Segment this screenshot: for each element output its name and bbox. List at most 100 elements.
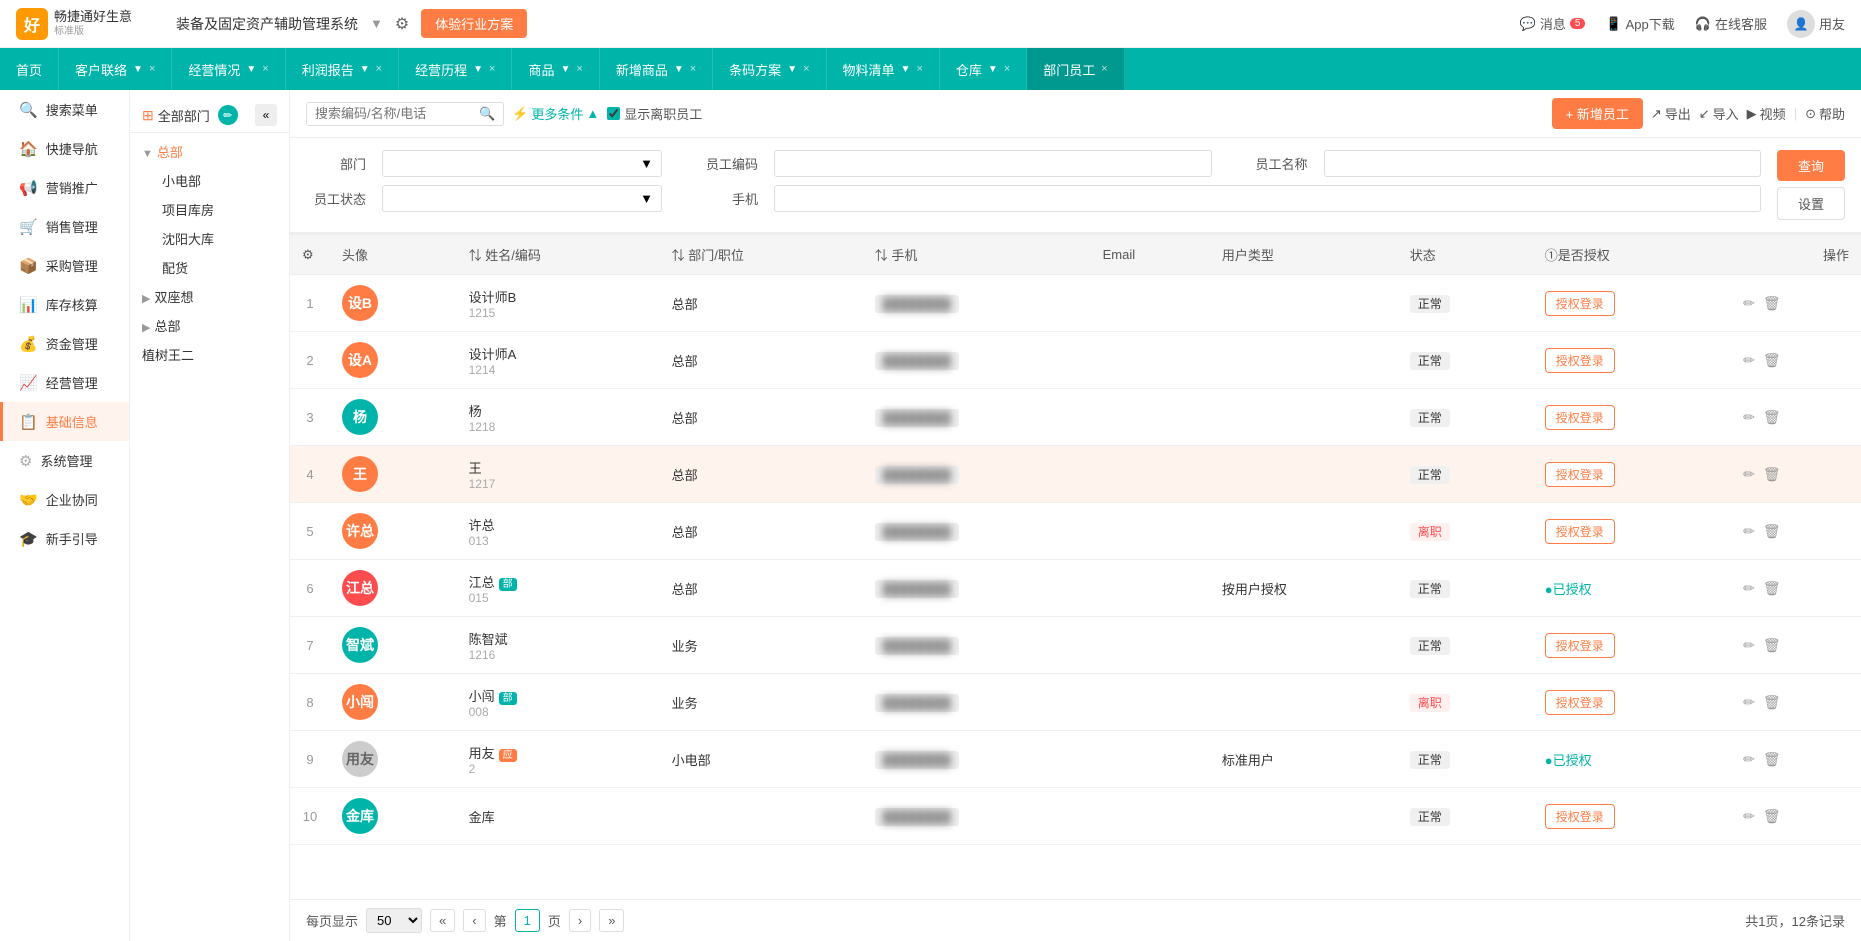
- dept-filter-select[interactable]: ▼: [382, 150, 662, 177]
- nav-management[interactable]: 📈经营管理: [0, 363, 129, 402]
- dept-item-project-room[interactable]: 项目库房: [150, 195, 289, 224]
- delete-btn[interactable]: 🗑: [1763, 295, 1781, 312]
- auth-btn[interactable]: 授权登录: [1545, 690, 1615, 715]
- reset-btn[interactable]: 设置: [1777, 187, 1845, 220]
- nav-finance[interactable]: 💰资金管理: [0, 324, 129, 363]
- edit-btn[interactable]: ✏: [1743, 295, 1755, 312]
- col-settings[interactable]: ⚙: [290, 235, 330, 275]
- col-dept[interactable]: ⇅ 部门/职位: [660, 235, 863, 275]
- dept-item-plant-tree[interactable]: 植树王二: [130, 340, 289, 369]
- nav-collab[interactable]: 🤝企业协同: [0, 480, 129, 519]
- nav-guide[interactable]: 🎓新手引导: [0, 519, 129, 558]
- tab-goods[interactable]: 商品 ▼ ×: [512, 48, 599, 90]
- user-menu[interactable]: 👤 用友: [1787, 10, 1845, 38]
- page-size-select[interactable]: 50 100 200: [366, 908, 422, 933]
- dept-item-shenyang[interactable]: 沈阳大库: [150, 224, 289, 253]
- dept-collapse-btn[interactable]: «: [255, 104, 277, 126]
- delete-btn[interactable]: 🗑: [1763, 466, 1781, 483]
- trial-button[interactable]: 体验行业方案: [421, 9, 527, 38]
- delete-btn[interactable]: 🗑: [1763, 694, 1781, 711]
- auth-btn[interactable]: 授权登录: [1545, 633, 1615, 658]
- auth-btn[interactable]: 授权登录: [1545, 519, 1615, 544]
- app-download-button[interactable]: 📱 App下载: [1605, 14, 1674, 33]
- message-button[interactable]: 💬 消息 5: [1520, 14, 1586, 33]
- nav-purchase[interactable]: 📦采购管理: [0, 246, 129, 285]
- filter-more-btn[interactable]: ⚡ 更多条件 ▲: [512, 104, 599, 123]
- emp-status-select[interactable]: ▼: [382, 185, 662, 212]
- tab-bom[interactable]: 物料清单 ▼ ×: [827, 48, 940, 90]
- auth-btn[interactable]: 授权登录: [1545, 291, 1615, 316]
- delete-btn[interactable]: 🗑: [1763, 751, 1781, 768]
- delete-btn[interactable]: 🗑: [1763, 808, 1781, 825]
- nav-quick-nav[interactable]: 🏠快捷导航: [0, 129, 129, 168]
- dept-edit-icon[interactable]: ✏: [218, 105, 238, 125]
- tab-home[interactable]: 首页: [0, 48, 59, 90]
- auth-btn[interactable]: 授权登录: [1545, 462, 1615, 487]
- edit-btn[interactable]: ✏: [1743, 409, 1755, 426]
- show-resigned-checkbox[interactable]: [607, 107, 620, 120]
- auth-btn[interactable]: 授权登录: [1545, 348, 1615, 373]
- emp-name-input[interactable]: [1324, 150, 1762, 177]
- auth-btn[interactable]: 授权登录: [1545, 405, 1615, 430]
- dropdown-arrow-icon[interactable]: ▼: [370, 16, 383, 31]
- tab-history[interactable]: 经营历程 ▼ ×: [399, 48, 512, 90]
- first-page-btn[interactable]: «: [430, 909, 455, 932]
- edit-btn[interactable]: ✏: [1743, 808, 1755, 825]
- edit-btn[interactable]: ✏: [1743, 751, 1755, 768]
- tab-add-goods[interactable]: 新增商品 ▼ ×: [600, 48, 713, 90]
- logo-area: 好 畅捷通好生意 标准版: [16, 8, 156, 40]
- employee-name: 许总: [469, 515, 648, 534]
- tab-employee[interactable]: 部门员工 ×: [1027, 48, 1124, 90]
- import-btn[interactable]: ↙ 导入: [1699, 104, 1739, 123]
- pagination: 每页显示 50 100 200 « ‹ 第 1 页 › » 共1页，12条记录: [290, 899, 1861, 941]
- last-page-btn[interactable]: »: [599, 909, 624, 932]
- col-name[interactable]: ⇅ 姓名/编码: [457, 235, 660, 275]
- edit-btn[interactable]: ✏: [1743, 694, 1755, 711]
- auth-btn[interactable]: 授权登录: [1545, 804, 1615, 829]
- search-input[interactable]: [315, 106, 475, 121]
- settings-icon[interactable]: ⚙: [395, 14, 409, 34]
- employee-table: ⚙ 头像 ⇅ 姓名/编码 ⇅ 部门/职位 ⇅ 手机 Email 用户类型 状态 …: [290, 235, 1861, 845]
- nav-system[interactable]: ⚙系统管理: [0, 441, 129, 480]
- nav-marketing[interactable]: 📢营销推广: [0, 168, 129, 207]
- prev-page-btn[interactable]: ‹: [463, 909, 485, 932]
- view-btn[interactable]: ▶ 视频: [1747, 104, 1786, 123]
- edit-btn[interactable]: ✏: [1743, 466, 1755, 483]
- nav-sales[interactable]: 🛒销售管理: [0, 207, 129, 246]
- next-page-btn[interactable]: ›: [569, 909, 591, 932]
- col-phone[interactable]: ⇅ 手机: [863, 235, 1091, 275]
- tab-customer[interactable]: 客户联络 ▼ ×: [59, 48, 172, 90]
- edit-btn[interactable]: ✏: [1743, 637, 1755, 654]
- help-btn[interactable]: ⊙ 帮助: [1805, 104, 1845, 123]
- phone-input[interactable]: [774, 185, 1761, 212]
- tab-operation[interactable]: 经营情况 ▼ ×: [172, 48, 285, 90]
- edit-btn[interactable]: ✏: [1743, 580, 1755, 597]
- dept-item-headquarters-root[interactable]: ▼总部: [130, 137, 289, 166]
- emp-code-input[interactable]: [774, 150, 1212, 177]
- export-btn[interactable]: ↗ 导出: [1651, 104, 1691, 123]
- nav-inventory[interactable]: 📊库存核算: [0, 285, 129, 324]
- dept-item-double-seat[interactable]: ▶双座想: [130, 282, 289, 311]
- nav-search-menu[interactable]: 🔍搜索菜单: [0, 90, 129, 129]
- edit-btn[interactable]: ✏: [1743, 523, 1755, 540]
- delete-btn[interactable]: 🗑: [1763, 352, 1781, 369]
- delete-btn[interactable]: 🗑: [1763, 637, 1781, 654]
- tab-profit[interactable]: 利润报告 ▼ ×: [286, 48, 399, 90]
- edit-btn[interactable]: ✏: [1743, 352, 1755, 369]
- delete-btn[interactable]: 🗑: [1763, 580, 1781, 597]
- delete-btn[interactable]: 🗑: [1763, 523, 1781, 540]
- nav-basic-info[interactable]: 📋基础信息: [0, 402, 129, 441]
- search-icon[interactable]: 🔍: [479, 106, 495, 122]
- dept-item-headquarters[interactable]: ▶总部: [130, 311, 289, 340]
- show-resigned-toggle[interactable]: 显示离职员工: [607, 104, 702, 123]
- tab-barcode[interactable]: 条码方案 ▼ ×: [713, 48, 826, 90]
- dept-item-distribution[interactable]: 配货: [150, 253, 289, 282]
- add-employee-btn[interactable]: + 新增员工: [1552, 98, 1643, 129]
- tab-warehouse[interactable]: 仓库 ▼ ×: [940, 48, 1027, 90]
- row-phone-cell: ████████: [863, 731, 1091, 788]
- dept-item-small-elec[interactable]: 小电部: [150, 166, 289, 195]
- online-service-button[interactable]: 🎧 在线客服: [1695, 14, 1767, 33]
- delete-btn[interactable]: 🗑: [1763, 409, 1781, 426]
- row-action-cell: ✏ 🗑: [1731, 332, 1861, 389]
- query-btn[interactable]: 查询: [1777, 150, 1845, 181]
